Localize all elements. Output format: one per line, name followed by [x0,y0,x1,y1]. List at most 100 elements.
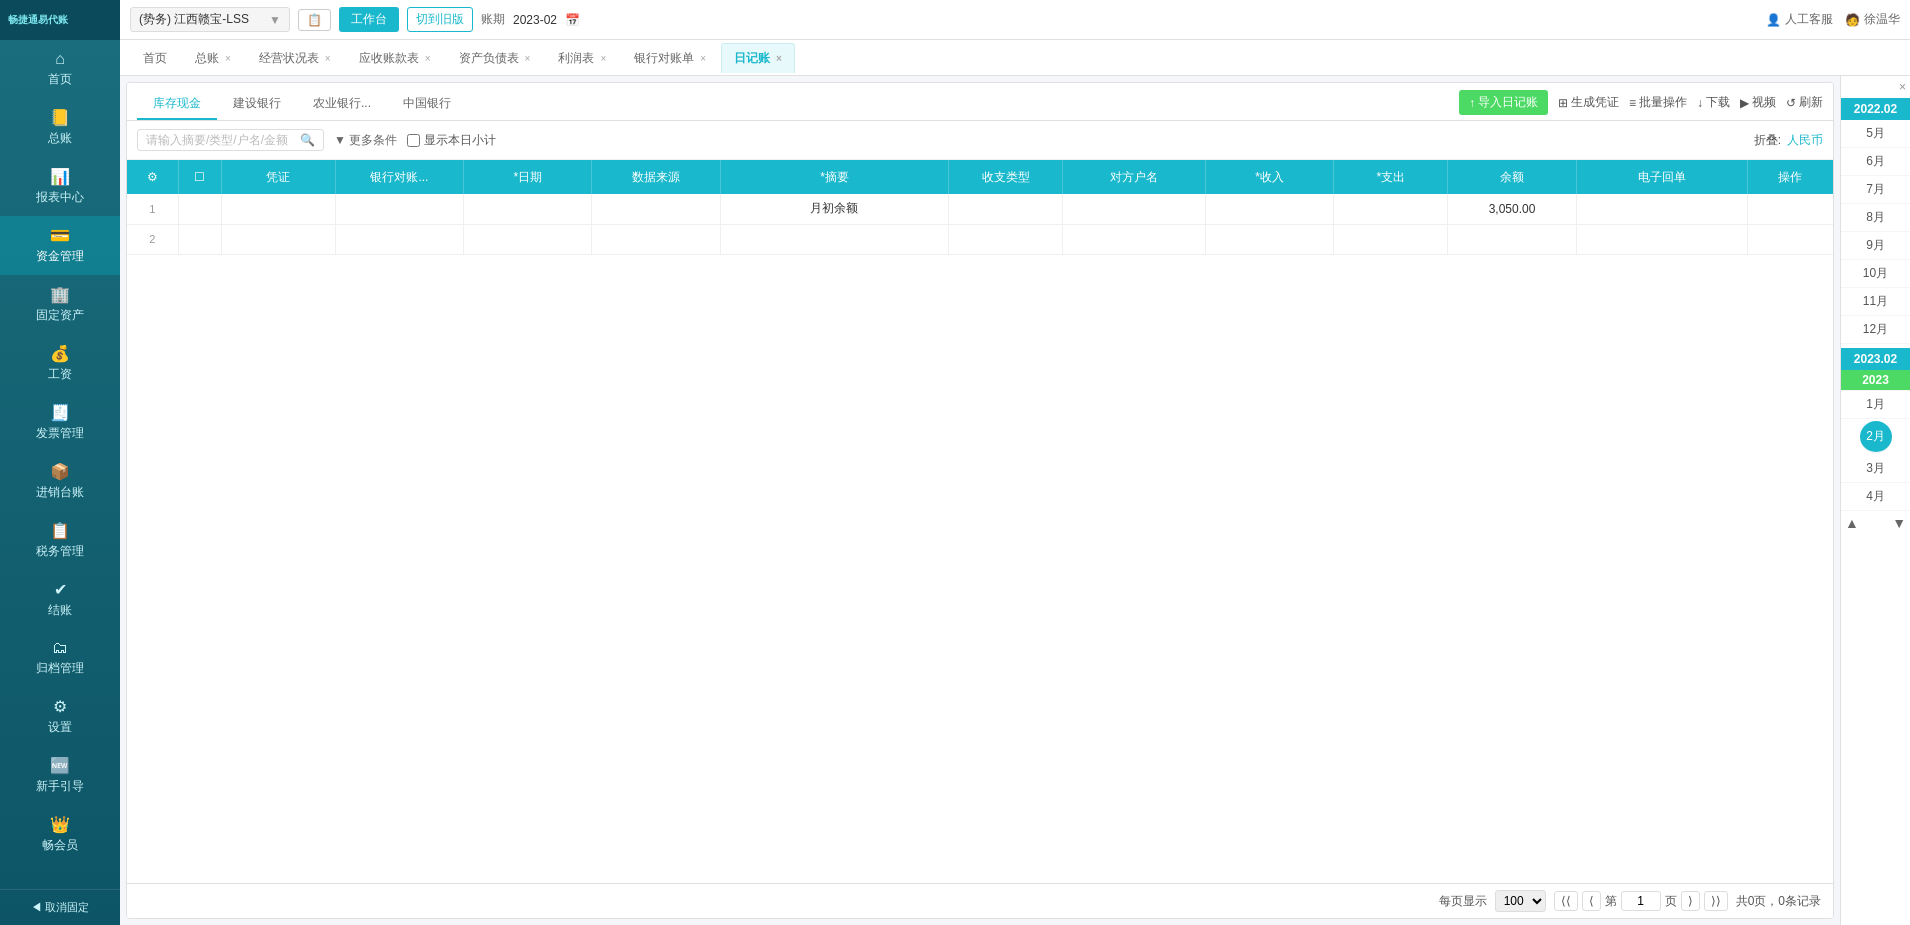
date-month-2023-3月[interactable]: 3月 [1841,455,1910,483]
row1-date [464,194,592,224]
tab-close-icon[interactable]: × [325,53,331,64]
generate-voucher-button[interactable]: ⊞ 生成凭证 [1558,94,1619,111]
logo-text: 畅捷通易代账 [8,14,68,26]
customer-service[interactable]: 👤 人工客服 [1766,11,1833,28]
import-icon: ↑ [1469,96,1475,110]
sidebar-item-settings[interactable]: ⚙ 设置 [0,687,120,746]
date-month-2022-11月[interactable]: 11月 [1841,288,1910,316]
date-panel-year-2022: 2022.02 [1841,98,1910,120]
tab-close-icon[interactable]: × [425,53,431,64]
service-label: 人工客服 [1785,11,1833,28]
date-month-2022-9月[interactable]: 9月 [1841,232,1910,260]
user-name: 徐温华 [1864,11,1900,28]
sidebar-item-archive[interactable]: 🗂 归档管理 [0,629,120,687]
tab-经营状况表[interactable]: 经营状况表× [246,43,344,73]
row2-source [592,224,720,254]
filter-icon: ▼ [334,133,346,147]
currency-value[interactable]: 人民币 [1787,132,1823,149]
daily-total-checkbox[interactable] [407,134,420,147]
per-page-select[interactable]: 100 50 200 [1495,890,1546,912]
date-month-2023-1月[interactable]: 1月 [1841,391,1910,419]
tab-close-icon[interactable]: × [525,53,531,64]
row2-partner [1063,224,1206,254]
period-calendar-icon[interactable]: 📅 [565,13,580,27]
last-page-button[interactable]: ⟩⟩ [1704,891,1728,911]
sidebar-item-guide[interactable]: 🆕 新手引导 [0,746,120,805]
subtab-建设银行[interactable]: 建设银行 [217,89,297,120]
date-month-2022-8月[interactable]: 8月 [1841,204,1910,232]
row1-source [592,194,720,224]
date-month-2022-7月[interactable]: 7月 [1841,176,1910,204]
subtab-农业银行...[interactable]: 农业银行... [297,89,387,120]
tab-close-icon[interactable]: × [700,53,706,64]
sidebar-item-assets[interactable]: 🏢 固定资产 [0,275,120,334]
tab-日记账[interactable]: 日记账× [721,43,795,73]
date-month-2022-5月[interactable]: 5月 [1841,120,1910,148]
subtab-中国银行[interactable]: 中国银行 [387,89,467,120]
service-icon: 👤 [1766,13,1781,27]
workspace-button[interactable]: 工作台 [339,7,399,32]
col-check[interactable]: ☐ [178,160,221,194]
tab-银行对账单[interactable]: 银行对账单× [621,43,719,73]
sidebar-footer[interactable]: ◀ 取消固定 [0,889,120,925]
date-month-2022-12月[interactable]: 12月 [1841,316,1910,344]
refresh-button[interactable]: ↺ 刷新 [1786,94,1823,111]
subtab-库存现金[interactable]: 库存现金 [137,89,217,120]
page-input[interactable] [1621,891,1661,911]
row2-action [1747,224,1833,254]
generate-icon: ⊞ [1558,96,1568,110]
batch-op-button[interactable]: ≡ 批量操作 [1629,94,1687,111]
first-page-button[interactable]: ⟨⟨ [1554,891,1578,911]
search-icon[interactable]: 🔍 [300,133,315,147]
tab-close-icon[interactable]: × [600,53,606,64]
switch-old-button[interactable]: 切到旧版 [407,7,473,32]
company-selector[interactable]: (势务) 江西赣宝-LSS ▼ [130,7,290,32]
tab-利润表[interactable]: 利润表× [545,43,619,73]
more-conditions-button[interactable]: ▼ 更多条件 [334,132,397,149]
tab-close-icon[interactable]: × [776,53,782,64]
col-settings[interactable]: ⚙ [127,160,178,194]
table-row: 1 月初余额 3,050.00 [127,194,1833,224]
date-month-2022-10月[interactable]: 10月 [1841,260,1910,288]
date-month-2023-4月[interactable]: 4月 [1841,483,1910,511]
date-panel-close-button[interactable]: × [1841,76,1910,98]
sidebar-footer-label: ◀ 取消固定 [31,900,89,915]
search-input[interactable] [146,133,296,147]
close-icon: × [1899,80,1906,94]
ledger-icon: 📒 [50,108,70,127]
import-journal-button[interactable]: ↑ 导入日记账 [1459,90,1548,115]
date-nav-down-button[interactable]: ▼ [1892,515,1906,531]
tab-close-icon[interactable]: × [225,53,231,64]
video-button[interactable]: ▶ 视频 [1740,94,1776,111]
sidebar-item-fund[interactable]: 💳 资金管理 [0,216,120,275]
date-month-2023-2月[interactable]: 2月 [1860,421,1892,453]
tab-资产负债表[interactable]: 资产负债表× [446,43,544,73]
sidebar-item-reports[interactable]: 📊 报表中心 [0,157,120,216]
prev-page-button[interactable]: ⟨ [1582,891,1601,911]
col-expense: *支出 [1334,160,1448,194]
tab-应收账款表[interactable]: 应收账款表× [346,43,444,73]
sidebar-item-salary[interactable]: 💰 工资 [0,334,120,393]
sidebar-item-home[interactable]: ⌂ 首页 [0,40,120,98]
row2-check[interactable] [178,224,221,254]
download-button[interactable]: ↓ 下载 [1697,94,1730,111]
sidebar-item-member[interactable]: 👑 畅会员 [0,805,120,864]
sidebar-item-ledger[interactable]: 📒 总账 [0,98,120,157]
date-nav-up-button[interactable]: ▲ [1845,515,1859,531]
table-wrapper: ⚙ ☐ 凭证 银行对账... *日期 数据来源 *摘要 收支类型 对方户名 *收… [127,160,1833,883]
date-month-2022-6月[interactable]: 6月 [1841,148,1910,176]
user-profile[interactable]: 🧑 徐温华 [1845,11,1900,28]
sidebar-item-purchase[interactable]: 📦 进销台账 [0,452,120,511]
daily-total-checkbox-label[interactable]: 显示本日小计 [407,132,496,149]
next-page-button[interactable]: ⟩ [1681,891,1700,911]
tab-首页[interactable]: 首页 [130,43,180,73]
sidebar-item-tax[interactable]: 📋 税务管理 [0,511,120,570]
copy-button[interactable]: 📋 [298,9,331,31]
tab-总账[interactable]: 总账× [182,43,244,73]
sidebar-item-invoice[interactable]: 🧾 发票管理 [0,393,120,452]
row1-check[interactable] [178,194,221,224]
sidebar-item-settle[interactable]: ✔ 结账 [0,570,120,629]
row2-expense [1334,224,1448,254]
assets-icon: 🏢 [50,285,70,304]
sidebar-label-settings: 设置 [48,719,72,736]
